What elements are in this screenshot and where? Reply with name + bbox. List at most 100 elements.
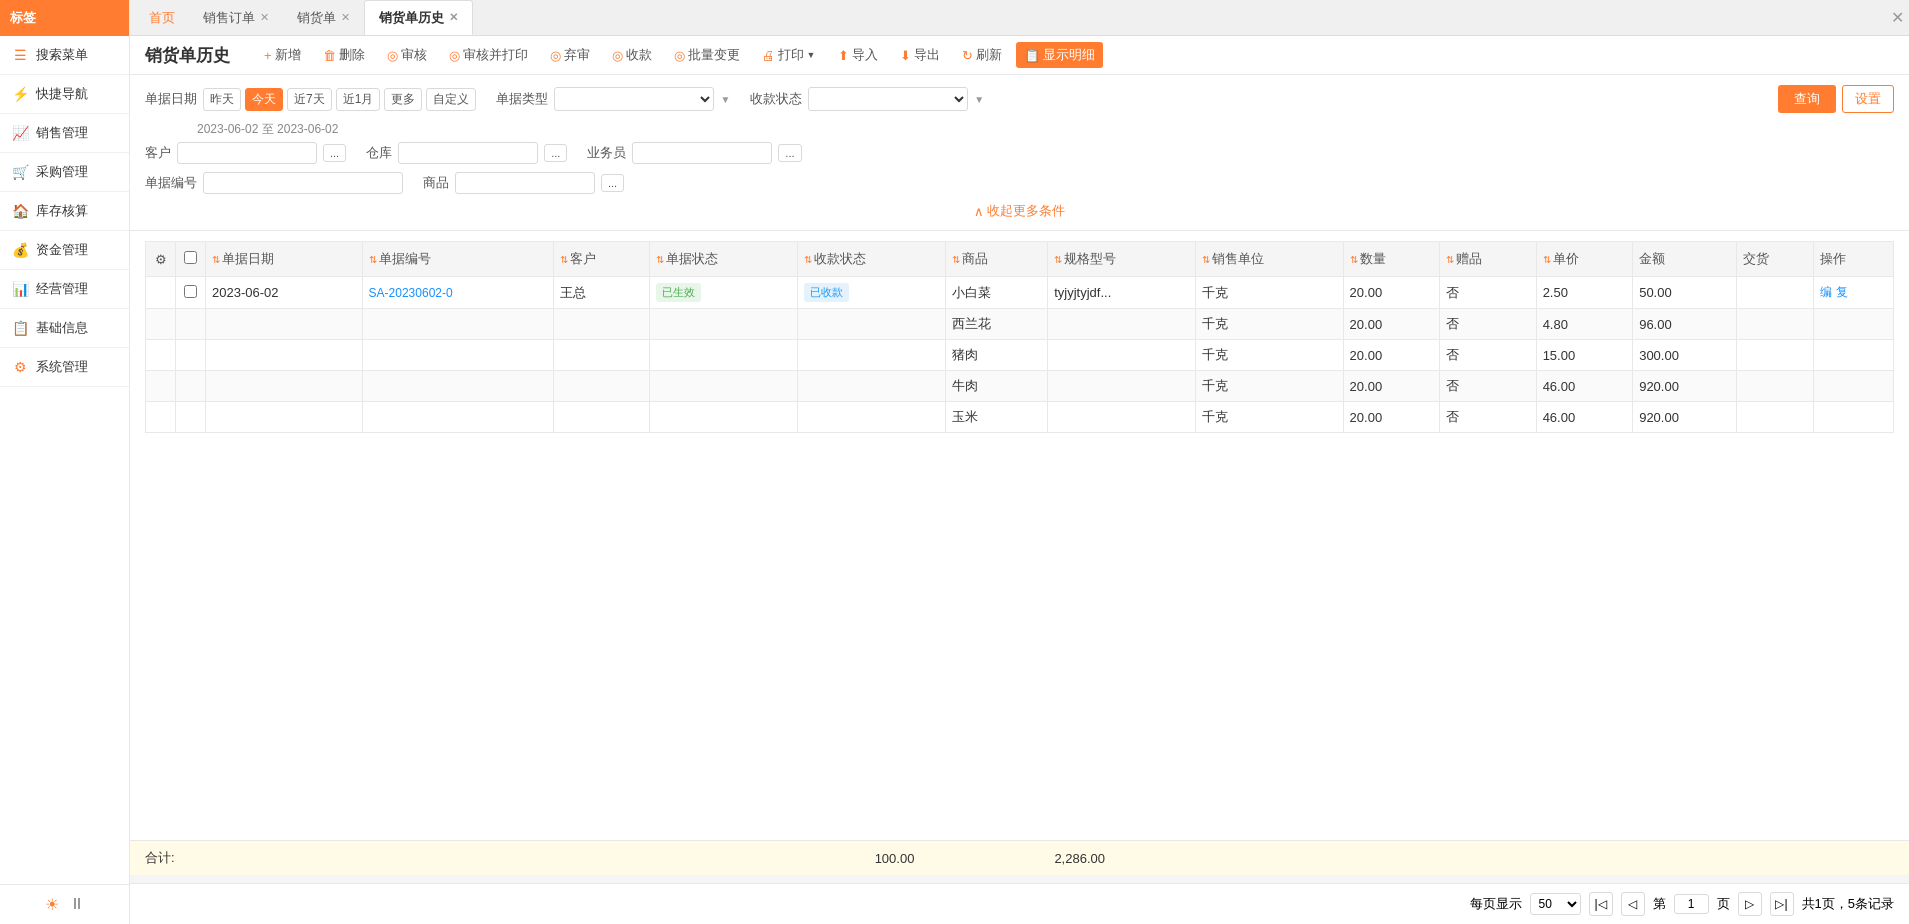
show-detail-button[interactable]: 📋 显示明细	[1016, 42, 1103, 68]
query-button[interactable]: 查询	[1778, 85, 1836, 113]
horizontal-scrollbar[interactable]	[130, 875, 1909, 883]
sidebar-item-search-menu[interactable]: ☰ 搜索菜单	[0, 36, 129, 75]
customer-ellipsis-btn[interactable]: ...	[323, 144, 346, 162]
last-page-button[interactable]: ▷|	[1770, 892, 1794, 916]
prev-page-button[interactable]: ◁	[1621, 892, 1645, 916]
th-quantity[interactable]: ⇅数量	[1343, 242, 1440, 277]
sidebar-bottom-icon1[interactable]: ☀	[45, 895, 59, 914]
sidebar-item-stock-calc[interactable]: 🏠 库存核算	[0, 192, 129, 231]
row-checkbox-cell[interactable]	[176, 309, 206, 340]
new-button[interactable]: + 新增	[256, 42, 309, 68]
row-transaction	[1737, 371, 1814, 402]
warehouse-input[interactable]	[398, 142, 538, 164]
batch-change-button[interactable]: ◎ 批量变更	[666, 42, 748, 68]
row-unit: 千克	[1195, 340, 1343, 371]
row-doc-no[interactable]	[362, 402, 553, 433]
customer-input[interactable]	[177, 142, 317, 164]
row-checkbox[interactable]	[184, 285, 197, 298]
sort-icon: ⇅	[804, 254, 812, 265]
th-payment-status[interactable]: ⇅收款状态	[798, 242, 946, 277]
tab-sales-history-close[interactable]: ✕	[449, 11, 458, 24]
sidebar-item-quick-nav[interactable]: ⚡ 快捷导航	[0, 75, 129, 114]
th-doc-date[interactable]: ⇅单据日期	[206, 242, 363, 277]
th-doc-no[interactable]: ⇅单据编号	[362, 242, 553, 277]
sidebar-item-base-info[interactable]: 📋 基础信息	[0, 309, 129, 348]
th-customer[interactable]: ⇅客户	[553, 242, 650, 277]
row-checkbox-cell[interactable]	[176, 371, 206, 402]
tab-sales-goods[interactable]: 销货单 ✕	[283, 0, 364, 35]
row-doc-no[interactable]	[362, 340, 553, 371]
doc-type-select[interactable]	[554, 87, 714, 111]
goods-ellipsis-btn[interactable]: ...	[601, 174, 624, 192]
date-btn-yesterday[interactable]: 昨天	[203, 88, 241, 111]
row-action[interactable]: 编 复	[1813, 277, 1893, 309]
row-checkbox-cell[interactable]	[176, 340, 206, 371]
sidebar-item-finance-mgmt[interactable]: 💰 资金管理	[0, 231, 129, 270]
date-btn-7days[interactable]: 近7天	[287, 88, 332, 111]
row-action[interactable]	[1813, 402, 1893, 433]
set-button[interactable]: 设置	[1842, 85, 1894, 113]
first-page-button[interactable]: |◁	[1589, 892, 1613, 916]
edit-link[interactable]: 编	[1820, 285, 1832, 299]
audit-print-button[interactable]: ◎ 审核并打印	[441, 42, 536, 68]
receive-button[interactable]: ◎ 收款	[604, 42, 660, 68]
row-doc-no[interactable]: SA-20230602-0	[362, 277, 553, 309]
th-goods[interactable]: ⇅商品	[945, 242, 1047, 277]
date-btn-custom[interactable]: 自定义	[426, 88, 476, 111]
next-page-button[interactable]: ▷	[1738, 892, 1762, 916]
import-button[interactable]: ⬆ 导入	[830, 42, 886, 68]
th-checkbox[interactable]	[176, 242, 206, 277]
row-unit: 千克	[1195, 277, 1343, 309]
row-action[interactable]	[1813, 371, 1893, 402]
row-checkbox-cell[interactable]	[176, 402, 206, 433]
th-action: 操作	[1813, 242, 1893, 277]
audit-button[interactable]: ◎ 审核	[379, 42, 435, 68]
tab-home[interactable]: 首页	[135, 0, 189, 35]
tab-sales-goods-close[interactable]: ✕	[341, 11, 350, 24]
page-input[interactable]	[1674, 894, 1709, 914]
date-btn-more[interactable]: 更多	[384, 88, 422, 111]
row-checkbox-cell[interactable]	[176, 277, 206, 309]
tab-sales-history[interactable]: 销货单历史 ✕	[364, 0, 473, 35]
th-doc-status[interactable]: ⇅单据状态	[650, 242, 798, 277]
th-spec[interactable]: ⇅规格型号	[1048, 242, 1196, 277]
export-button[interactable]: ⬇ 导出	[892, 42, 948, 68]
goods-input[interactable]	[455, 172, 595, 194]
th-gift[interactable]: ⇅赠品	[1440, 242, 1537, 277]
tab-sales-order-close[interactable]: ✕	[260, 11, 269, 24]
date-btn-1month[interactable]: 近1月	[336, 88, 381, 111]
sidebar-bottom-icon2[interactable]: ⏸	[69, 895, 85, 914]
date-btn-today[interactable]: 今天	[245, 88, 283, 111]
sidebar-item-sales-mgmt[interactable]: 📈 销售管理	[0, 114, 129, 153]
row-action[interactable]	[1813, 309, 1893, 340]
abandon-button[interactable]: ◎ 弃审	[542, 42, 598, 68]
select-all-checkbox[interactable]	[184, 251, 197, 264]
row-action[interactable]	[1813, 340, 1893, 371]
th-settings[interactable]: ⚙	[146, 242, 176, 277]
footer-total-quantity: 100.00	[875, 851, 915, 866]
row-doc-no[interactable]	[362, 371, 553, 402]
sidebar-item-ops-mgmt[interactable]: 📊 经营管理	[0, 270, 129, 309]
print-button[interactable]: 🖨 打印 ▼	[754, 42, 824, 68]
sidebar-item-purchase-mgmt[interactable]: 🛒 采购管理	[0, 153, 129, 192]
row-settings-cell	[146, 277, 176, 309]
delete-button[interactable]: 🗑 删除	[315, 42, 373, 68]
payment-status-select[interactable]	[808, 87, 968, 111]
th-unit-price[interactable]: ⇅单价	[1536, 242, 1633, 277]
doc-no-input[interactable]	[203, 172, 403, 194]
warehouse-ellipsis-btn[interactable]: ...	[544, 144, 567, 162]
tab-sales-order[interactable]: 销售订单 ✕	[189, 0, 283, 35]
row-doc-no[interactable]	[362, 309, 553, 340]
window-close-button[interactable]: ✕	[1891, 8, 1904, 27]
copy-link[interactable]: 复	[1836, 285, 1848, 299]
delete-icon: 🗑	[323, 48, 336, 63]
doc-no-link[interactable]: SA-20230602-0	[369, 286, 453, 300]
collapse-button[interactable]: ∧ 收起更多条件	[974, 202, 1065, 220]
per-page-select[interactable]: 50 20 100	[1530, 893, 1581, 915]
staff-ellipsis-btn[interactable]: ...	[778, 144, 801, 162]
staff-input[interactable]	[632, 142, 772, 164]
sort-icon: ⇅	[560, 254, 568, 265]
refresh-button[interactable]: ↻ 刷新	[954, 42, 1010, 68]
th-unit[interactable]: ⇅销售单位	[1195, 242, 1343, 277]
sidebar-item-sys-mgmt[interactable]: ⚙ 系统管理	[0, 348, 129, 387]
